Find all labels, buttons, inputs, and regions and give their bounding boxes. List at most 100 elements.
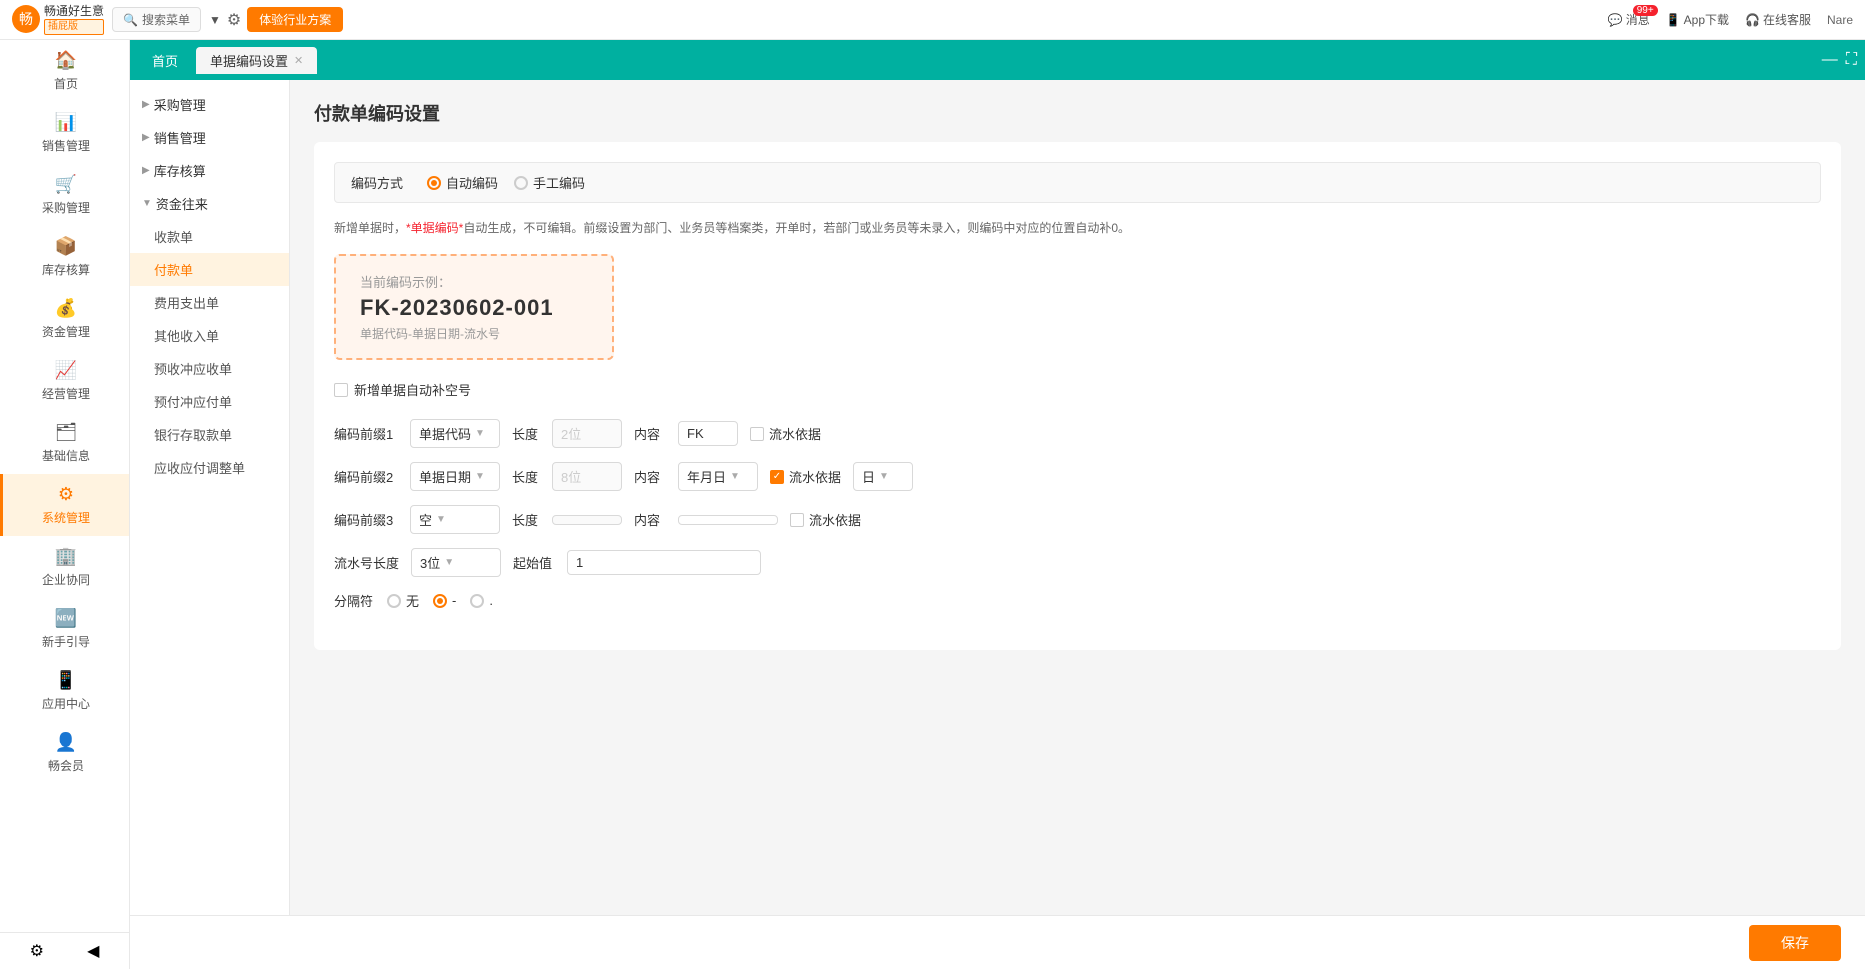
sidebar-item-label: 经营管理 bbox=[42, 385, 90, 402]
sidebar-item-purchase[interactable]: 🛒 采购管理 bbox=[0, 164, 129, 226]
sub-menu-group-capital-header[interactable]: ▼ 资金往来 bbox=[130, 187, 289, 220]
chevron-down-icon: ▼ bbox=[475, 428, 485, 439]
prefix-2-select[interactable]: 单据日期 ▼ bbox=[410, 462, 500, 491]
content-2-select[interactable]: 年月日 ▼ bbox=[678, 462, 758, 491]
auto-fill-row: 新增单据自动补空号 bbox=[334, 380, 1821, 399]
tab-minimize-icon[interactable]: — bbox=[1822, 51, 1838, 69]
sub-menu-item-other-income[interactable]: 其他收入单 bbox=[130, 319, 289, 352]
trial-button[interactable]: 体验行业方案 bbox=[247, 7, 343, 32]
auto-fill-checkbox[interactable] bbox=[334, 383, 348, 397]
sub-menu-group-sales-header[interactable]: ▶ 销售管理 bbox=[130, 121, 289, 154]
chevron-down-icon: ▼ bbox=[444, 557, 454, 568]
length-2-label: 长度 bbox=[512, 467, 540, 486]
top-nav: 畅 畅通好生意 插屁版 🔍 搜索菜单 ▼ ⚙ 体验行业方案 💬 消息 99+ 📱… bbox=[0, 0, 1865, 40]
sub-menu-item-prepay-receive[interactable]: 预收冲应收单 bbox=[130, 352, 289, 385]
preview-desc: 单据代码-单据日期-流水号 bbox=[360, 325, 588, 342]
serial-1-checkbox[interactable]: 流水依据 bbox=[750, 424, 821, 443]
tab-maximize-icon[interactable]: ⛶ bbox=[1846, 51, 1857, 69]
sep-none[interactable]: 无 bbox=[387, 591, 419, 610]
logo-text: 畅通好生意 插屁版 bbox=[44, 4, 104, 34]
serial-3-label: 流水依据 bbox=[809, 510, 861, 529]
finance-icon: 💰 bbox=[55, 298, 77, 319]
prefix-3-select[interactable]: 空 ▼ bbox=[410, 505, 500, 534]
sidebar-item-system[interactable]: ⚙ 系统管理 bbox=[0, 474, 129, 536]
start-value-input[interactable] bbox=[567, 550, 761, 575]
radio-auto[interactable]: 自动编码 bbox=[427, 173, 498, 192]
length-3-input[interactable] bbox=[552, 515, 622, 525]
sidebar-item-label: 新手引导 bbox=[42, 633, 90, 650]
sub-menu-item-expense[interactable]: 费用支出单 bbox=[130, 286, 289, 319]
sub-menu-item-receipt[interactable]: 收款单 bbox=[130, 220, 289, 253]
chevron-down-icon: ▼ bbox=[879, 471, 889, 482]
online-service-button[interactable]: 🎧 在线客服 bbox=[1745, 11, 1811, 28]
search-menu-button[interactable]: 🔍 搜索菜单 bbox=[112, 7, 201, 32]
sub-menu: ▶ 采购管理 ▶ 销售管理 ▶ 库存核算 bbox=[130, 80, 290, 915]
sidebar-item-inventory[interactable]: 📦 库存核算 bbox=[0, 226, 129, 288]
nav-dropdown[interactable]: ▼ bbox=[209, 13, 221, 27]
length-1-input[interactable]: 2位 bbox=[552, 419, 622, 448]
sub-menu-item-payment[interactable]: 付款单 bbox=[130, 253, 289, 286]
radio-manual[interactable]: 手工编码 bbox=[514, 173, 585, 192]
serial-1-checkbox-box bbox=[750, 427, 764, 441]
length-1-label: 长度 bbox=[512, 424, 540, 443]
arrow-right-icon: ▶ bbox=[142, 132, 150, 143]
search-icon: 🔍 bbox=[123, 13, 138, 27]
radio-manual-dot bbox=[514, 176, 528, 190]
tab-home[interactable]: 首页 bbox=[138, 47, 192, 74]
arrow-down-icon: ▼ bbox=[142, 198, 152, 209]
save-button[interactable]: 保存 bbox=[1749, 925, 1841, 961]
prefix-1-select[interactable]: 单据代码 ▼ bbox=[410, 419, 500, 448]
sidebar-item-member[interactable]: 👤 畅会员 bbox=[0, 722, 129, 784]
sidebar-settings-icon[interactable]: ⚙ bbox=[30, 941, 44, 961]
radio-auto-dot bbox=[427, 176, 441, 190]
sidebar-item-label: 系统管理 bbox=[42, 509, 90, 526]
app-download-button[interactable]: 📱 App下载 bbox=[1666, 11, 1729, 28]
sub-menu-group-purchase-header[interactable]: ▶ 采购管理 bbox=[130, 88, 289, 121]
arrow-right-icon: ▶ bbox=[142, 99, 150, 110]
sep-dot[interactable]: . bbox=[470, 593, 493, 608]
message-badge: 99+ bbox=[1633, 5, 1658, 16]
serial-2-checkbox[interactable]: ✓ 流水依据 bbox=[770, 467, 841, 486]
separator-row: 分隔符 无 - . bbox=[334, 591, 1821, 610]
serial-length-select[interactable]: 3位 ▼ bbox=[411, 548, 501, 577]
sidebar-item-label: 畅会员 bbox=[48, 757, 84, 774]
separator-label: 分隔符 bbox=[334, 591, 373, 610]
serial-3-checkbox[interactable]: 流水依据 bbox=[790, 510, 861, 529]
sidebar-collapse-icon[interactable]: ◀ bbox=[87, 941, 99, 961]
sep-dash[interactable]: - bbox=[433, 593, 456, 608]
newguide-icon: 🆕 bbox=[55, 608, 77, 629]
sidebar-item-enterprise[interactable]: 🏢 企业协同 bbox=[0, 536, 129, 598]
dropdown-arrow-icon: ▼ bbox=[209, 13, 221, 27]
gear-button[interactable]: ⚙ bbox=[227, 10, 241, 30]
sub-menu-item-bank-deposit[interactable]: 银行存取款单 bbox=[130, 418, 289, 451]
sales-icon: 📊 bbox=[55, 112, 77, 133]
sep-dot-dot bbox=[470, 594, 484, 608]
sidebar-item-finance[interactable]: 💰 资金管理 bbox=[0, 288, 129, 350]
tab-encoding[interactable]: 单据编码设置 ✕ bbox=[196, 47, 317, 74]
message-button[interactable]: 💬 消息 99+ bbox=[1608, 11, 1650, 28]
purchase-icon: 🛒 bbox=[55, 174, 77, 195]
sub-menu-item-receivable-adjust[interactable]: 应收应付调整单 bbox=[130, 451, 289, 484]
sidebar-item-newguide[interactable]: 🆕 新手引导 bbox=[0, 598, 129, 660]
sidebar-item-sales[interactable]: 📊 销售管理 bbox=[0, 102, 129, 164]
prefix-row-3: 编码前缀3 空 ▼ 长度 内容 流水依据 bbox=[334, 505, 1821, 534]
sub-menu-group-purchase: ▶ 采购管理 bbox=[130, 88, 289, 121]
content-3-value bbox=[678, 515, 778, 525]
logo-icon: 畅 bbox=[12, 5, 40, 33]
operations-icon: 📈 bbox=[55, 360, 77, 381]
sidebar-item-label: 首页 bbox=[54, 75, 78, 92]
content-2-label: 内容 bbox=[634, 467, 666, 486]
content-1-label: 内容 bbox=[634, 424, 666, 443]
sub-menu-group-inventory-header[interactable]: ▶ 库存核算 bbox=[130, 154, 289, 187]
serial-3-checkbox-box bbox=[790, 513, 804, 527]
length-2-input[interactable]: 8位 bbox=[552, 462, 622, 491]
tab-close-icon[interactable]: ✕ bbox=[294, 54, 303, 67]
chevron-down-icon: ▼ bbox=[475, 471, 485, 482]
sidebar-item-appcenter[interactable]: 📱 应用中心 bbox=[0, 660, 129, 722]
sidebar-item-operations[interactable]: 📈 经营管理 bbox=[0, 350, 129, 412]
sub-menu-item-prepay-pay[interactable]: 预付冲应付单 bbox=[130, 385, 289, 418]
sidebar-item-home[interactable]: 🏠 首页 bbox=[0, 40, 129, 102]
top-nav-right: 💬 消息 99+ 📱 App下载 🎧 在线客服 Nare bbox=[1608, 11, 1853, 28]
sidebar-item-basic[interactable]: 🗂 基础信息 bbox=[0, 412, 129, 474]
serial-sub-select[interactable]: 日 ▼ bbox=[853, 462, 913, 491]
